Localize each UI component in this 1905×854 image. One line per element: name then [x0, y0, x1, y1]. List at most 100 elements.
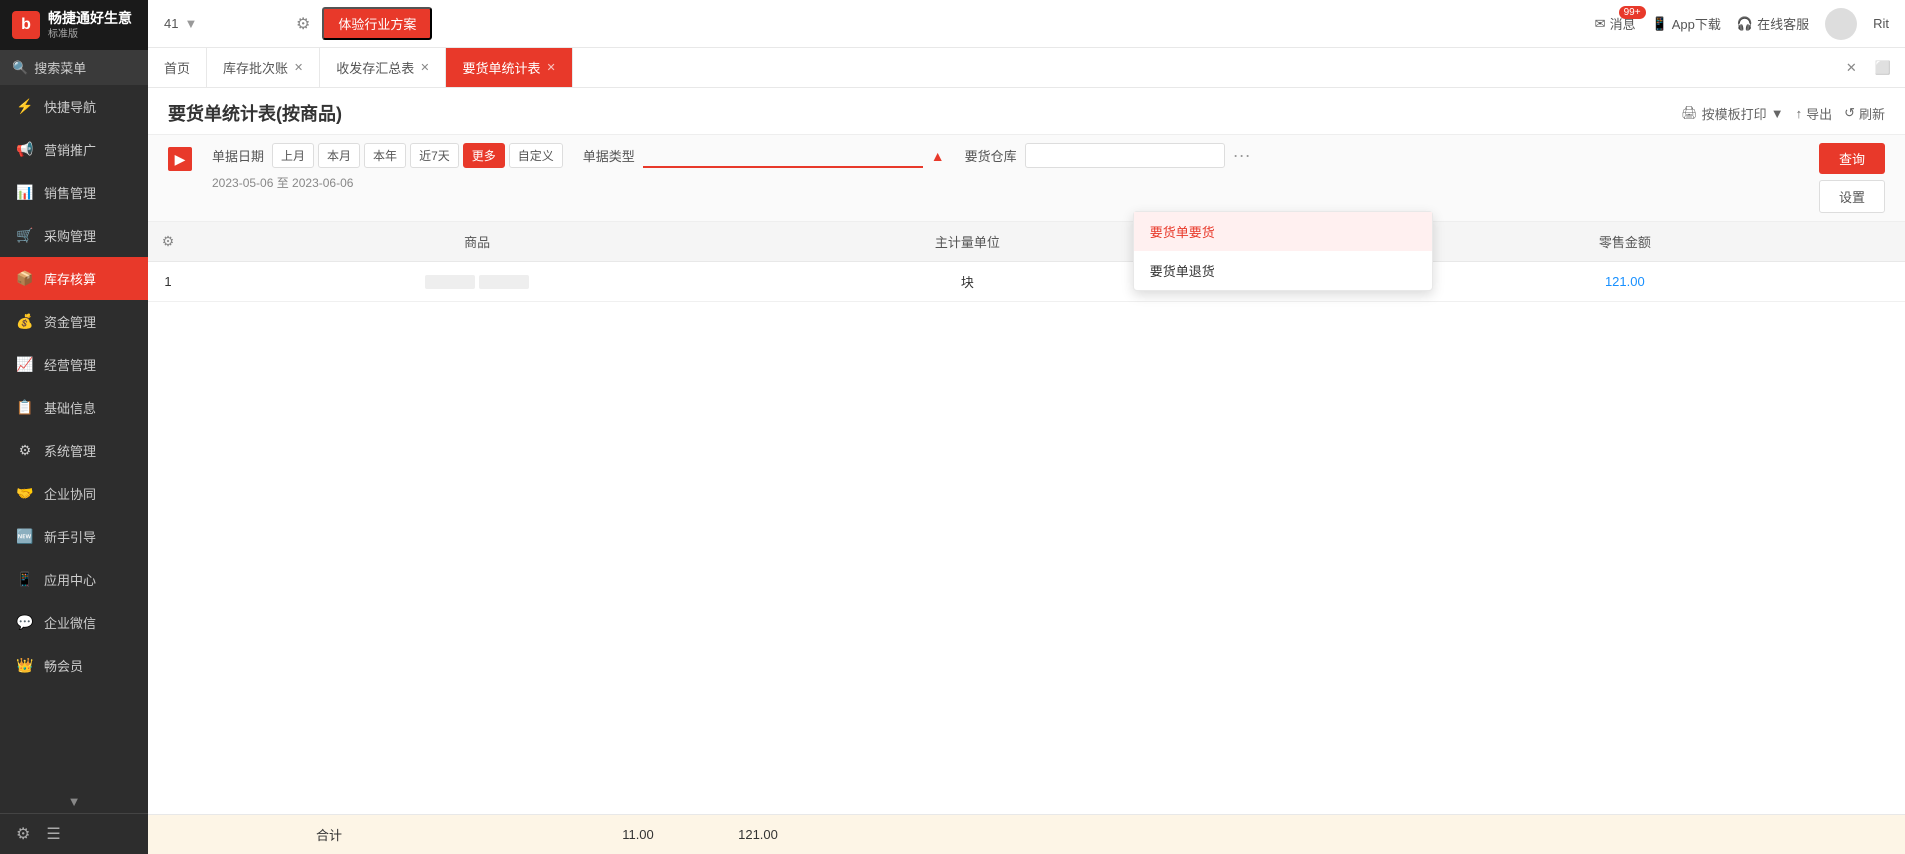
filter-bar: ▶ 单据日期 上月 本月 本年 近7天 更多 自定义 2023-05-06 至 … [148, 134, 1905, 222]
type-dropdown: 要货单要货 要货单退货 [1133, 211, 1433, 291]
product-tag-1 [425, 275, 475, 289]
product-tag-2 [479, 275, 529, 289]
print-button[interactable]: 🖨 按模板打印 ▼ [1681, 104, 1783, 123]
company-number: 41 [164, 16, 178, 31]
phone-icon: 📱 [1652, 16, 1668, 32]
tab-receive-summary[interactable]: 收发存汇总表 ✕ [320, 48, 446, 87]
page-content: 要货单统计表(按商品) 🖨 按模板打印 ▼ ↑ 导出 ↺ 刷新 ▶ [148, 88, 1905, 854]
table-settings-icon[interactable]: ⚙ [162, 233, 175, 249]
filter-toggle-button[interactable]: ▶ [168, 147, 192, 171]
tab-inventory-batch[interactable]: 库存批次账 ✕ [207, 48, 320, 87]
sidebar: b 畅捷通好生意 标准版 🔍 搜索菜单 ⚡ 快捷导航 📢 营销推广 📊 销售管理… [0, 0, 148, 854]
print-icon: 🖨 [1681, 105, 1698, 121]
page-header: 要货单统计表(按商品) 🖨 按模板打印 ▼ ↑ 导出 ↺ 刷新 [148, 88, 1905, 134]
online-service-button[interactable]: 🎧 在线客服 [1737, 14, 1809, 33]
date-btn-this-year[interactable]: 本年 [364, 143, 406, 168]
date-btn-last-month[interactable]: 上月 [272, 143, 314, 168]
row-unit: 块 [766, 262, 1168, 302]
date-btn-this-month[interactable]: 本月 [318, 143, 360, 168]
date-btn-7days[interactable]: 近7天 [410, 143, 459, 168]
warehouse-more-icon[interactable]: ··· [1233, 145, 1251, 166]
sidebar-item-appcenter[interactable]: 📱 应用中心 [0, 558, 148, 601]
footer-quantity: 11.00 [578, 827, 698, 842]
table-container: ⚙ 商品 主计量单位 主数量 零售金额 1 [148, 222, 1905, 814]
company-selector[interactable]: 41 ▼ [164, 16, 284, 31]
row-product [188, 262, 766, 302]
company-dropdown-arrow: ▼ [184, 16, 197, 31]
sidebar-item-purchase[interactable]: 🛒 采购管理 [0, 214, 148, 257]
trial-button[interactable]: 体验行业方案 [322, 7, 432, 40]
sidebar-item-basicinfo[interactable]: 📋 基础信息 [0, 386, 148, 429]
table-row: 1 块 11.00 121.00 [148, 262, 1905, 302]
row-extra [1797, 262, 1905, 302]
settings-button[interactable]: 设置 [1819, 180, 1885, 213]
refresh-button[interactable]: ↺ 刷新 [1844, 104, 1885, 123]
topbar: 41 ▼ ⚙ 体验行业方案 ✉ 消息 99+ 📱 App下载 🎧 在线客服 Ri… [148, 0, 1905, 48]
date-filter-group: 单据日期 上月 本月 本年 近7天 更多 自定义 2023-05-06 至 20… [212, 143, 563, 191]
user-name: Rit [1873, 16, 1889, 31]
settings-icon[interactable]: ⚙ [16, 824, 30, 844]
type-dropdown-arrow[interactable]: ▲ [931, 148, 945, 164]
tabs-bar: 首页 库存批次账 ✕ 收发存汇总表 ✕ 要货单统计表 ✕ ✕ ⬜ [148, 48, 1905, 88]
date-btn-custom[interactable]: 自定义 [509, 143, 563, 168]
logo-icon: b [12, 11, 40, 39]
sidebar-item-wechat[interactable]: 💬 企业微信 [0, 601, 148, 644]
footer-amount: 121.00 [698, 827, 818, 842]
main-area: 41 ▼ ⚙ 体验行业方案 ✉ 消息 99+ 📱 App下载 🎧 在线客服 Ri… [148, 0, 1905, 854]
table-settings-header: ⚙ [148, 222, 188, 262]
app-download-button[interactable]: 📱 App下载 [1652, 14, 1721, 33]
sidebar-item-member[interactable]: 👑 畅会员 [0, 644, 148, 687]
message-button[interactable]: ✉ 消息 99+ [1595, 14, 1636, 33]
sidebar-scroll-down[interactable]: ▼ [0, 790, 148, 813]
tab-close-all-icon[interactable]: ✕ [1840, 56, 1863, 80]
search-menu-item[interactable]: 🔍 搜索菜单 [0, 50, 148, 85]
dropdown-item-1[interactable]: 要货单退货 [1134, 251, 1432, 290]
sidebar-item-inventory[interactable]: 📦 库存核算 [0, 257, 148, 300]
export-button[interactable]: ↑ 导出 [1796, 104, 1833, 123]
topbar-gear-icon[interactable]: ⚙ [296, 14, 310, 34]
sidebar-item-quicknav[interactable]: ⚡ 快捷导航 [0, 85, 148, 128]
print-dropdown-arrow: ▼ [1771, 106, 1784, 121]
tab-order-stats[interactable]: 要货单统计表 ✕ [446, 48, 572, 87]
filter-actions: 查询 设置 [1819, 143, 1885, 213]
sidebar-nav: ⚡ 快捷导航 📢 营销推广 📊 销售管理 🛒 采购管理 📦 库存核算 💰 资金管… [0, 85, 148, 790]
tab-maximize-icon[interactable]: ⬜ [1869, 56, 1897, 80]
message-icon: ✉ [1595, 16, 1606, 32]
export-icon: ↑ [1796, 106, 1803, 121]
col-header-product: 商品 [188, 222, 766, 262]
tabs-control: ✕ ⬜ [1840, 56, 1905, 80]
logo-text: 畅捷通好生意 标准版 [48, 9, 132, 40]
row-amount: 121.00 [1453, 262, 1796, 302]
app-logo: b 畅捷通好生意 标准版 [0, 0, 148, 50]
sidebar-item-operations[interactable]: 📈 经营管理 [0, 343, 148, 386]
sidebar-item-system[interactable]: ⚙ 系统管理 [0, 429, 148, 472]
sidebar-item-finance[interactable]: 💰 资金管理 [0, 300, 148, 343]
sidebar-item-guide[interactable]: 🆕 新手引导 [0, 515, 148, 558]
col-header-extra [1797, 222, 1905, 262]
dropdown-item-0[interactable]: 要货单要货 [1134, 212, 1432, 251]
data-table: ⚙ 商品 主计量单位 主数量 零售金额 1 [148, 222, 1905, 302]
user-avatar[interactable] [1825, 8, 1857, 40]
date-btn-more[interactable]: 更多 [463, 143, 505, 168]
refresh-icon: ↺ [1844, 105, 1855, 121]
sidebar-item-sales[interactable]: 📊 销售管理 [0, 171, 148, 214]
row-no: 1 [148, 262, 188, 302]
sidebar-item-enterprise[interactable]: 🤝 企业协同 [0, 472, 148, 515]
type-filter-input[interactable] [643, 143, 923, 168]
warehouse-filter-input[interactable] [1025, 143, 1225, 168]
menu-icon[interactable]: ☰ [46, 824, 60, 844]
page-actions: 🖨 按模板打印 ▼ ↑ 导出 ↺ 刷新 [1681, 104, 1885, 123]
sidebar-item-marketing[interactable]: 📢 营销推广 [0, 128, 148, 171]
query-button[interactable]: 查询 [1819, 143, 1885, 174]
message-badge: 99+ [1619, 6, 1646, 19]
warehouse-filter-label: 要货仓库 [965, 146, 1017, 165]
date-buttons: 上月 本月 本年 近7天 更多 自定义 [272, 143, 563, 168]
tab-home[interactable]: 首页 [148, 48, 207, 87]
col-header-amount: 零售金额 [1453, 222, 1796, 262]
warehouse-filter-group: 要货仓库 ··· [965, 143, 1251, 168]
topbar-right: ✉ 消息 99+ 📱 App下载 🎧 在线客服 Rit [1595, 8, 1889, 40]
tab-close-receive-summary[interactable]: ✕ [420, 61, 429, 74]
tab-close-inventory-batch[interactable]: ✕ [294, 61, 303, 74]
type-filter-group: 单据类型 ▲ 要货单要货 要货单退货 [583, 143, 945, 168]
tab-close-order-stats[interactable]: ✕ [547, 61, 556, 74]
